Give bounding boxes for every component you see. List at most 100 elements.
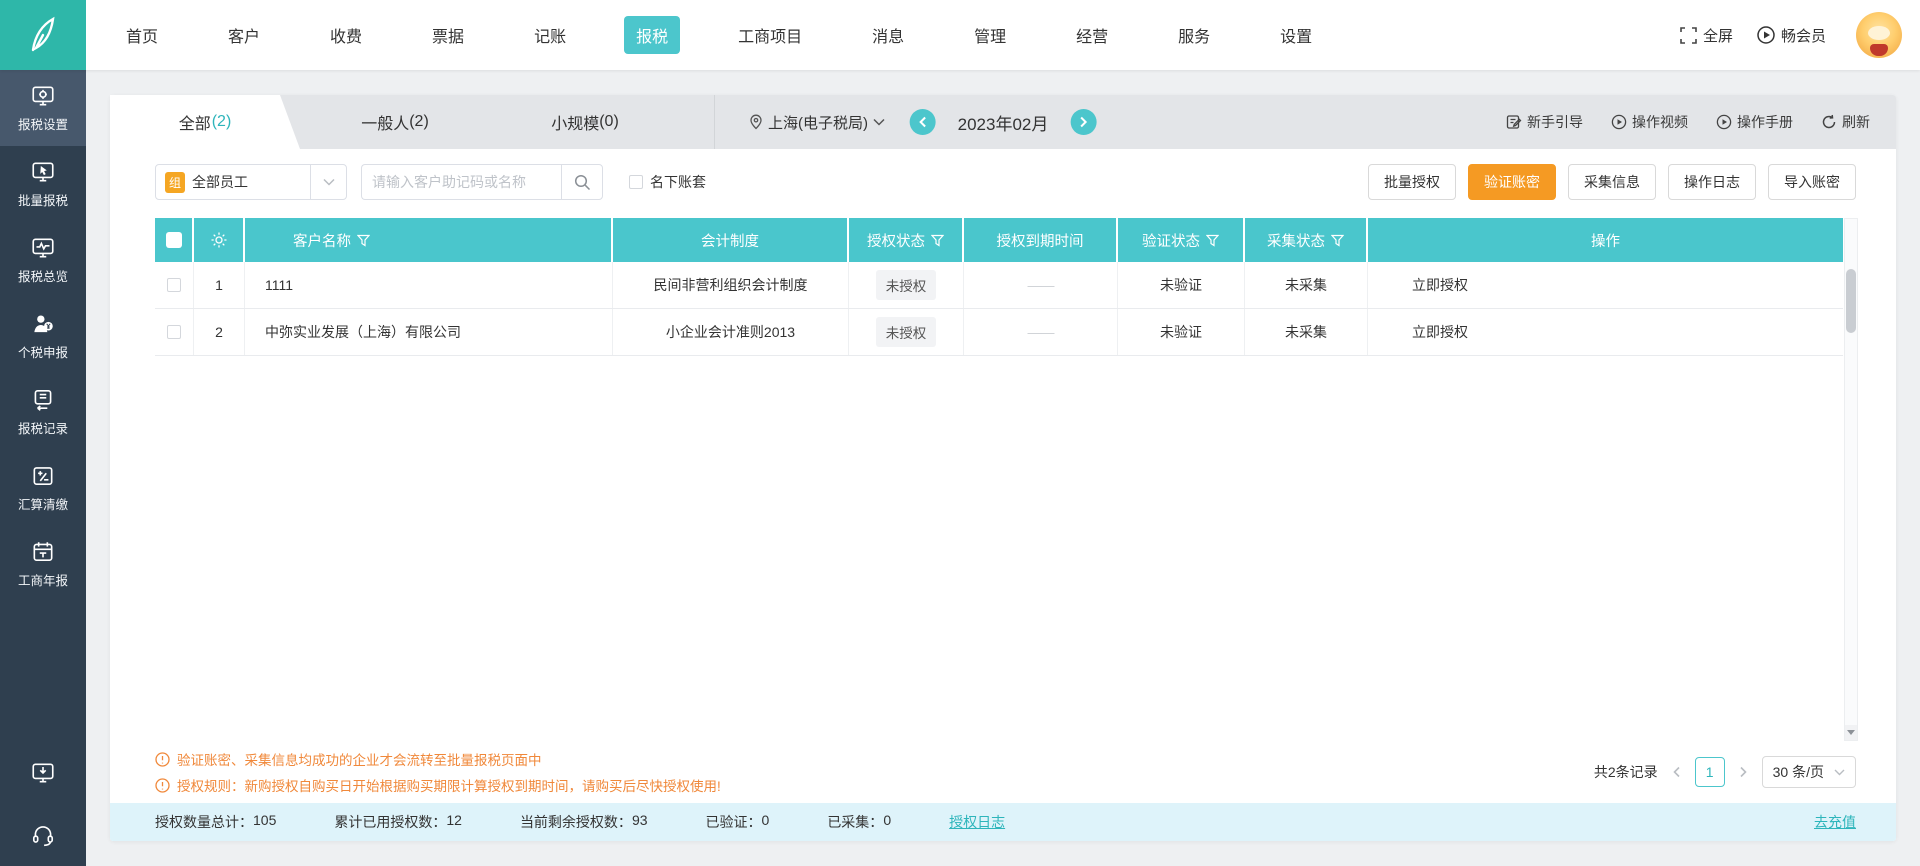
funnel-icon[interactable] [357,234,370,247]
current-period[interactable]: 2023年02月 [958,110,1049,135]
collect-status-cell: 未采集 [1245,309,1368,355]
nav-settings[interactable]: 设置 [1268,16,1324,54]
column-auth-expiry: 授权到期时间 [964,218,1118,262]
operation-manual-link[interactable]: 操作手册 [1716,112,1793,132]
sidebar: 报税设置 批量报税 报税总览 个税申报 报税记录 汇算清缴 工商年报 [0,70,86,866]
main-area: 全部 (2) 一般人 (2) 小规模 (0) 上海(电子税局) 2023年02月… [86,70,1920,866]
table-row: 2 中弥实业发展（上海）有限公司 小企业会计准则2013 未授权 —— 未验证 … [155,309,1843,356]
page-number-button[interactable]: 1 [1694,757,1725,787]
row-checkbox[interactable] [167,278,181,292]
refresh-icon [1821,114,1837,130]
play-circle-icon [1611,114,1627,130]
expiry-cell: —— [1027,324,1055,340]
sidebar-item-support[interactable] [0,804,86,866]
nav-messages[interactable]: 消息 [860,16,916,54]
chevron-down-icon [1834,769,1845,776]
operation-log-button[interactable]: 操作日志 [1668,164,1756,200]
vertical-scrollbar[interactable] [1844,218,1858,741]
checkbox[interactable] [629,175,643,189]
scroll-down-button[interactable] [1845,725,1857,740]
prev-month-button[interactable] [909,109,936,135]
monkey-avatar[interactable] [1856,12,1902,58]
staff-dropdown[interactable]: 组 全部员工 [155,164,347,200]
sidebar-item-final-settlement[interactable]: 汇算清缴 [0,450,86,526]
customer-name-cell: 中弥实业发展（上海）有限公司 [245,309,613,355]
play-circle-icon [1757,26,1775,44]
nav-services[interactable]: 服务 [1166,16,1222,54]
tab-small-scale[interactable]: 小规模 (0) [490,95,680,149]
page-size-select[interactable]: 30 条/页 [1761,756,1856,788]
tab-label: 全部 [178,116,211,133]
column-label: 授权状态 [867,233,925,250]
nav-home[interactable]: 首页 [114,16,170,54]
funnel-icon[interactable] [931,234,944,247]
auth-log-link[interactable]: 授权日志 [949,812,1005,832]
sidebar-label: 批量报税 [17,194,68,208]
select-all-checkbox[interactable] [165,232,182,248]
tutorial-video-link[interactable]: 操作视频 [1611,112,1688,132]
verify-password-button[interactable]: 验证账密 [1468,164,1556,200]
sidebar-item-batch-tax[interactable]: 批量报税 [0,146,86,222]
recharge-link[interactable]: 去充值 [1814,812,1856,832]
nav-operations[interactable]: 经营 [1064,16,1120,54]
member-button[interactable]: 畅会员 [1757,25,1826,46]
next-month-button[interactable] [1070,109,1097,135]
app-logo[interactable] [0,0,86,70]
nav-management[interactable]: 管理 [962,16,1018,54]
nav-billing[interactable]: 收费 [318,16,374,54]
collect-status-cell: 未采集 [1245,262,1368,308]
column-collect-status: 采集状态 [1245,218,1368,262]
member-label: 畅会员 [1780,27,1826,45]
nav-business-projects[interactable]: 工商项目 [726,16,814,54]
main-nav: 首页 客户 收费 票据 记账 报税 工商项目 消息 管理 经营 服务 设置 [114,16,1324,54]
scrollbar-thumb[interactable] [1846,269,1856,333]
nav-bookkeeping[interactable]: 记账 [522,16,578,54]
column-accounting-system: 会计制度 [613,218,849,262]
search-input[interactable] [361,164,561,200]
pagination: 共2条记录 1 30 条/页 [1594,756,1856,788]
row-checkbox[interactable] [167,325,181,339]
top-right-tools: 全屏 畅会员 [1680,12,1920,58]
chevron-down-icon [873,118,885,126]
refresh-link[interactable]: 刷新 [1821,112,1870,132]
staff-dropdown-value: 全部员工 [192,174,249,190]
verify-status-cell: 未验证 [1118,262,1245,308]
customer-table: 客户名称 会计制度 授权状态 授权到期时间 验证状态 采集状态 操作 1 111… [155,218,1858,741]
sidebar-item-personal-tax[interactable]: 个税申报 [0,298,86,374]
stat-collected: 已采集： 0 [827,812,892,830]
batch-authorize-button[interactable]: 批量授权 [1368,164,1456,200]
authorize-now-link[interactable]: 立即授权 [1412,322,1468,342]
beginner-guide-link[interactable]: 新手引导 [1506,112,1583,132]
sidebar-item-tax-records[interactable]: 报税记录 [0,374,86,450]
collect-info-button[interactable]: 采集信息 [1568,164,1656,200]
fullscreen-button[interactable]: 全屏 [1680,25,1733,46]
period-navigator: 2023年02月 [909,95,1097,149]
next-page-button[interactable] [1739,766,1748,778]
sidebar-item-download-client[interactable] [0,742,86,804]
tab-general-taxpayer[interactable]: 一般人 (2) [300,95,490,149]
prev-page-button[interactable] [1672,766,1681,778]
sidebar-item-tax-settings[interactable]: 报税设置 [0,70,86,146]
stat-used-auth: 累计已用授权数： 12 [334,812,462,830]
row-index: 2 [194,309,245,355]
search-button[interactable] [561,164,603,200]
region-selector[interactable]: 上海(电子税局) [714,95,885,149]
monitor-pulse-icon [30,235,56,261]
notice-text: 授权规则：新购授权自购买日开始根据购买期限计算授权到期时间，请购买后尽快授权使用… [177,779,721,794]
funnel-icon[interactable] [1331,234,1344,247]
sidebar-item-tax-overview[interactable]: 报税总览 [0,222,86,298]
authorize-now-link[interactable]: 立即授权 [1412,275,1468,295]
play-circle-icon [1716,114,1732,130]
tab-all[interactable]: 全部 (2) [110,95,300,149]
gear-icon[interactable] [210,231,228,249]
nav-tax-filing[interactable]: 报税 [624,16,681,54]
funnel-icon[interactable] [1206,234,1219,247]
row-index: 1 [194,262,245,308]
magnifier-icon [574,174,591,191]
import-password-button[interactable]: 导入账密 [1768,164,1856,200]
stat-verified: 已验证： 0 [705,812,770,830]
sidebar-item-annual-report[interactable]: 工商年报 [0,526,86,602]
nav-customers[interactable]: 客户 [216,16,272,54]
nav-invoices[interactable]: 票据 [420,16,476,54]
own-books-checkbox[interactable]: 名下账套 [629,172,706,192]
